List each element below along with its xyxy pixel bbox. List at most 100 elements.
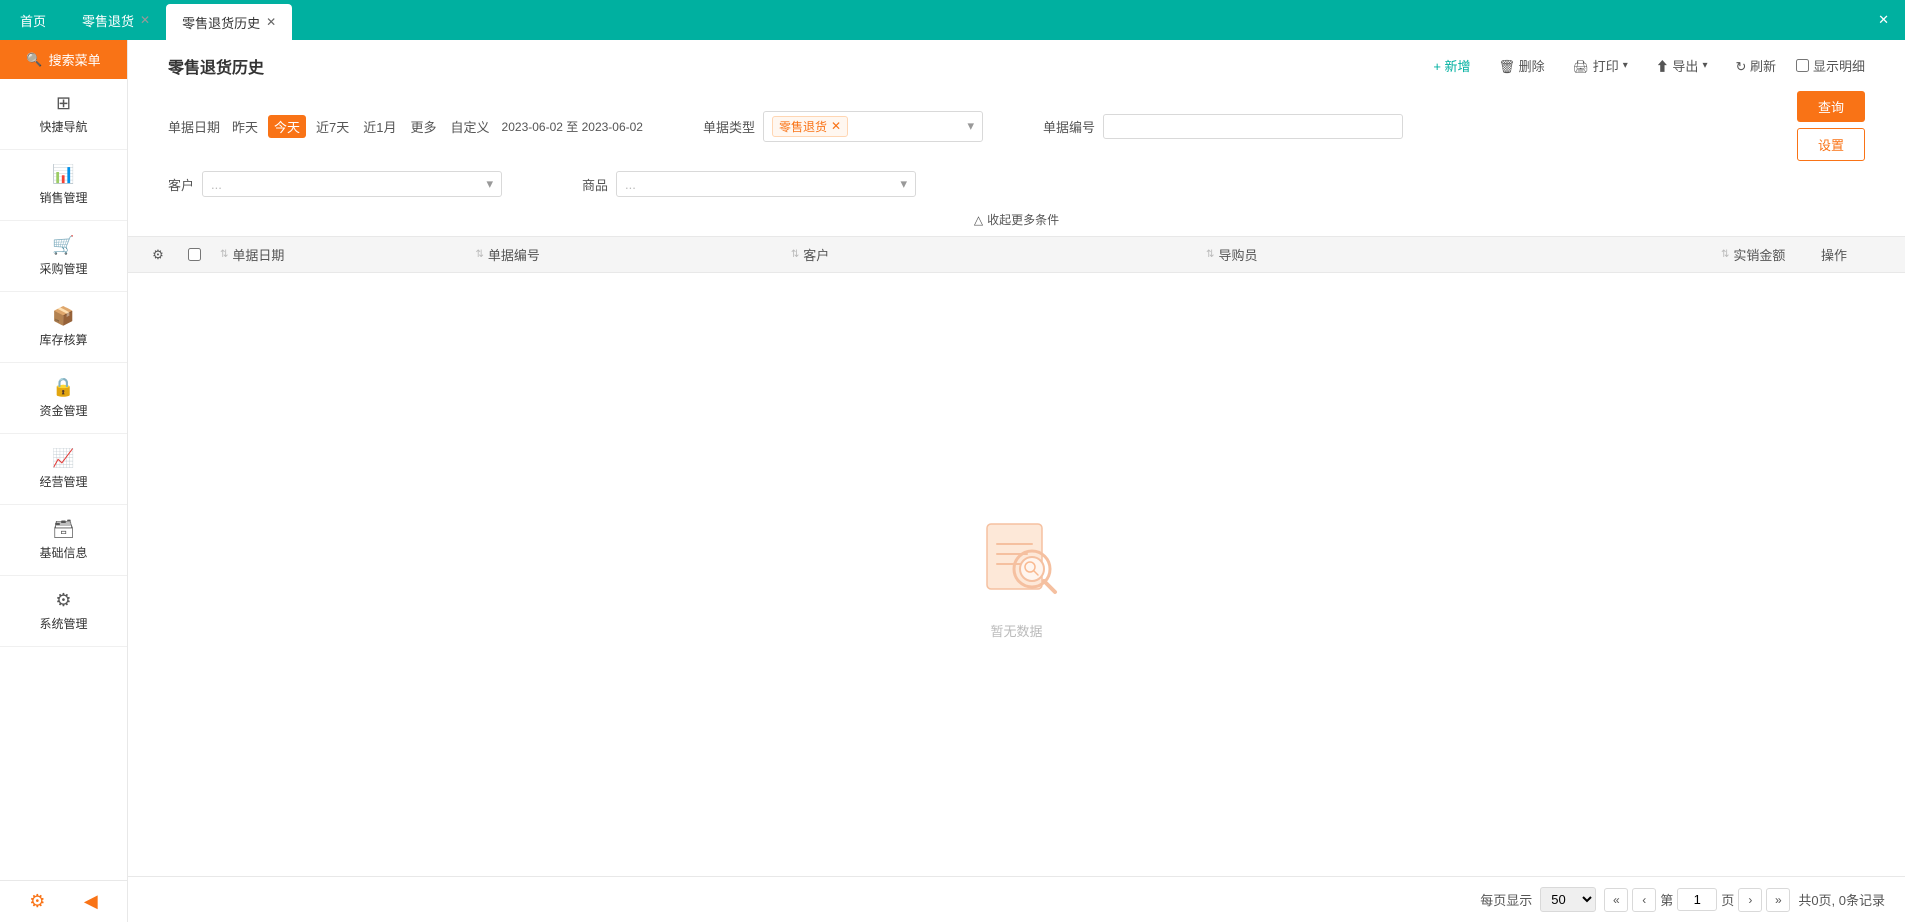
print-button[interactable]: 🖨 打印 ▾: [1565, 52, 1636, 79]
goods-select[interactable]: ... ▾: [616, 171, 916, 197]
tab-return-history[interactable]: 零售退货历史 ✕: [166, 4, 292, 40]
toolbar: + 新增 🗑 删除 🖨 打印 ▾ ⬆ 导出 ▾ ↻ 刷新: [1425, 52, 1865, 79]
tab-return-history-label: 零售退货历史: [182, 13, 260, 32]
collapse-row: △ 收起更多条件: [168, 207, 1865, 236]
delete-button[interactable]: 🗑 删除: [1491, 52, 1553, 79]
th-date-label: 单据日期: [232, 245, 284, 264]
date-opt-more[interactable]: 更多: [407, 115, 441, 138]
date-opt-custom[interactable]: 自定义: [447, 115, 494, 138]
page-title-bar: 零售退货历史 + 新增 🗑 删除 🖨 打印 ▾ ⬆ 导出 ▾: [148, 52, 1885, 79]
pagination: 每页显示 10 20 50 100 « ‹ 第 页 › » 共0页, 0条记录: [128, 876, 1905, 922]
th-checkbox[interactable]: [176, 248, 212, 261]
sidebar-search[interactable]: 🔍 搜索菜单: [0, 40, 127, 79]
tab-home-label: 首页: [20, 11, 46, 30]
tab-return-history-close[interactable]: ✕: [266, 15, 276, 29]
sort-guide-icon[interactable]: ⇅: [1206, 249, 1214, 260]
settings-button[interactable]: 设置: [1797, 128, 1865, 161]
date-opt-yesterday[interactable]: 昨天: [228, 115, 262, 138]
per-page-select[interactable]: 10 20 50 100: [1540, 887, 1596, 912]
export-arrow-icon: ▾: [1702, 60, 1707, 71]
goods-arrow-icon: ▾: [901, 176, 908, 192]
date-opt-today[interactable]: 今天: [268, 115, 306, 138]
settings-column-icon: ⚙: [152, 247, 164, 263]
main-layout: 🔍 搜索菜单 ⊞ 快捷导航 📊 销售管理 🛒 采购管理 📦 库存核算 🔒 资金管…: [0, 40, 1905, 922]
voucher-type-clear-icon[interactable]: ✕: [831, 119, 841, 133]
sidebar-item-sales-label: 销售管理: [39, 189, 87, 206]
filter-goods-item: 商品 ... ▾: [582, 171, 916, 197]
th-settings[interactable]: ⚙: [140, 247, 176, 263]
show-detail-checkbox[interactable]: [1796, 59, 1809, 72]
collapse-button[interactable]: △ 收起更多条件: [974, 211, 1059, 228]
empty-icon: [967, 509, 1067, 609]
last-page-button[interactable]: »: [1766, 888, 1790, 912]
system-icon: ⚙: [55, 590, 71, 611]
sidebar-item-quick-nav[interactable]: ⊞ 快捷导航: [0, 79, 127, 150]
goods-label: 商品: [582, 175, 608, 194]
customer-label: 客户: [168, 175, 194, 194]
content-area: 零售退货历史 + 新增 🗑 删除 🖨 打印 ▾ ⬆ 导出 ▾: [128, 40, 1905, 922]
settings-bottom-icon[interactable]: ⚙: [29, 891, 45, 912]
sidebar-item-quick-nav-label: 快捷导航: [39, 118, 87, 135]
date-opt-1month[interactable]: 近1月: [359, 115, 400, 138]
voucher-type-select[interactable]: 零售退货 ✕ ▾: [763, 111, 983, 142]
sidebar-item-sales-mgmt[interactable]: 📊 销售管理: [0, 150, 127, 221]
sidebar-item-basic-label: 基础信息: [39, 544, 87, 561]
page-title: 零售退货历史: [168, 54, 264, 78]
sales-icon: 📊: [52, 164, 74, 185]
export-button[interactable]: ⬆ 导出 ▾: [1648, 52, 1716, 79]
sort-date-icon[interactable]: ⇅: [220, 249, 228, 260]
voucher-number-input[interactable]: [1103, 114, 1403, 139]
sidebar-item-stock-label: 库存核算: [39, 331, 87, 348]
sidebar-item-finance-label: 资金管理: [39, 402, 87, 419]
date-options: 昨天 今天 近7天 近1月 更多 自定义: [228, 115, 494, 138]
filter-voucher-type-item: 单据类型 零售退货 ✕ ▾: [703, 111, 983, 142]
new-label: + 新增: [1433, 56, 1470, 75]
delete-label: 🗑 删除: [1499, 56, 1545, 75]
customer-select[interactable]: ... ▾: [202, 171, 502, 197]
tab-return-close[interactable]: ✕: [140, 13, 150, 27]
filter-actions: 查询 设置: [1797, 91, 1865, 161]
empty-text: 暂无数据: [990, 621, 1042, 640]
th-date: ⇅ 单据日期: [212, 245, 468, 264]
voucher-number-label: 单据编号: [1043, 117, 1095, 136]
operations-icon: 📈: [52, 448, 74, 469]
customer-placeholder: ...: [211, 177, 222, 192]
new-button[interactable]: + 新增: [1425, 52, 1478, 79]
date-opt-7days[interactable]: 近7天: [312, 115, 353, 138]
sidebar-item-finance-mgmt[interactable]: 🔒 资金管理: [0, 363, 127, 434]
basic-info-icon: 🗃: [52, 519, 75, 540]
show-detail-checkbox-label[interactable]: 显示明细: [1796, 56, 1865, 75]
sort-customer-icon[interactable]: ⇅: [791, 249, 799, 260]
prev-page-button[interactable]: ‹: [1632, 888, 1656, 912]
sort-number-icon[interactable]: ⇅: [476, 249, 484, 260]
sidebar-item-system-mgmt[interactable]: ⚙ 系统管理: [0, 576, 127, 647]
th-customer-label: 客户: [803, 245, 829, 264]
sidebar-item-stock-calc[interactable]: 📦 库存核算: [0, 292, 127, 363]
filter-row-2: 客户 ... ▾ 商品 ... ▾: [168, 171, 1865, 197]
collapse-sidebar-icon[interactable]: ◀: [84, 891, 98, 912]
sidebar-item-basic-info[interactable]: 🗃 基础信息: [0, 505, 127, 576]
page-header: 零售退货历史 + 新增 🗑 删除 🖨 打印 ▾ ⬆ 导出 ▾: [128, 40, 1905, 237]
sidebar-search-label: 搜索菜单: [49, 50, 101, 69]
select-all-checkbox[interactable]: [188, 248, 201, 261]
print-label: 🖨 打印: [1573, 56, 1619, 75]
page-input[interactable]: [1677, 888, 1717, 911]
voucher-type-tag-text: 零售退货: [779, 118, 827, 135]
filter-date-item: 单据日期 昨天 今天 近7天 近1月 更多 自定义 2023-06-02 至 2…: [168, 115, 643, 138]
top-bar-right-close[interactable]: ✕: [1878, 12, 1905, 28]
next-page-button[interactable]: ›: [1738, 888, 1762, 912]
th-customer: ⇅ 客户: [783, 245, 1198, 264]
tab-return[interactable]: 零售退货 ✕: [66, 0, 166, 40]
page-nav: « ‹ 第 页 › »: [1604, 888, 1790, 912]
table-header: ⚙ ⇅ 单据日期 ⇅ 单据编号 ⇅ 客户 ⇅: [128, 237, 1905, 273]
sidebar-item-operations-mgmt[interactable]: 📈 经营管理: [0, 434, 127, 505]
refresh-button[interactable]: ↻ 刷新: [1727, 52, 1784, 79]
sort-amount-icon[interactable]: ⇅: [1721, 249, 1729, 260]
query-button[interactable]: 查询: [1797, 91, 1865, 122]
export-label: ⬆ 导出: [1656, 56, 1699, 75]
tab-home[interactable]: 首页: [0, 0, 66, 40]
total-info: 共0页, 0条记录: [1798, 890, 1885, 909]
finance-icon: 🔒: [52, 377, 74, 398]
first-page-button[interactable]: «: [1604, 888, 1628, 912]
sidebar-item-purchase-mgmt[interactable]: 🛒 采购管理: [0, 221, 127, 292]
